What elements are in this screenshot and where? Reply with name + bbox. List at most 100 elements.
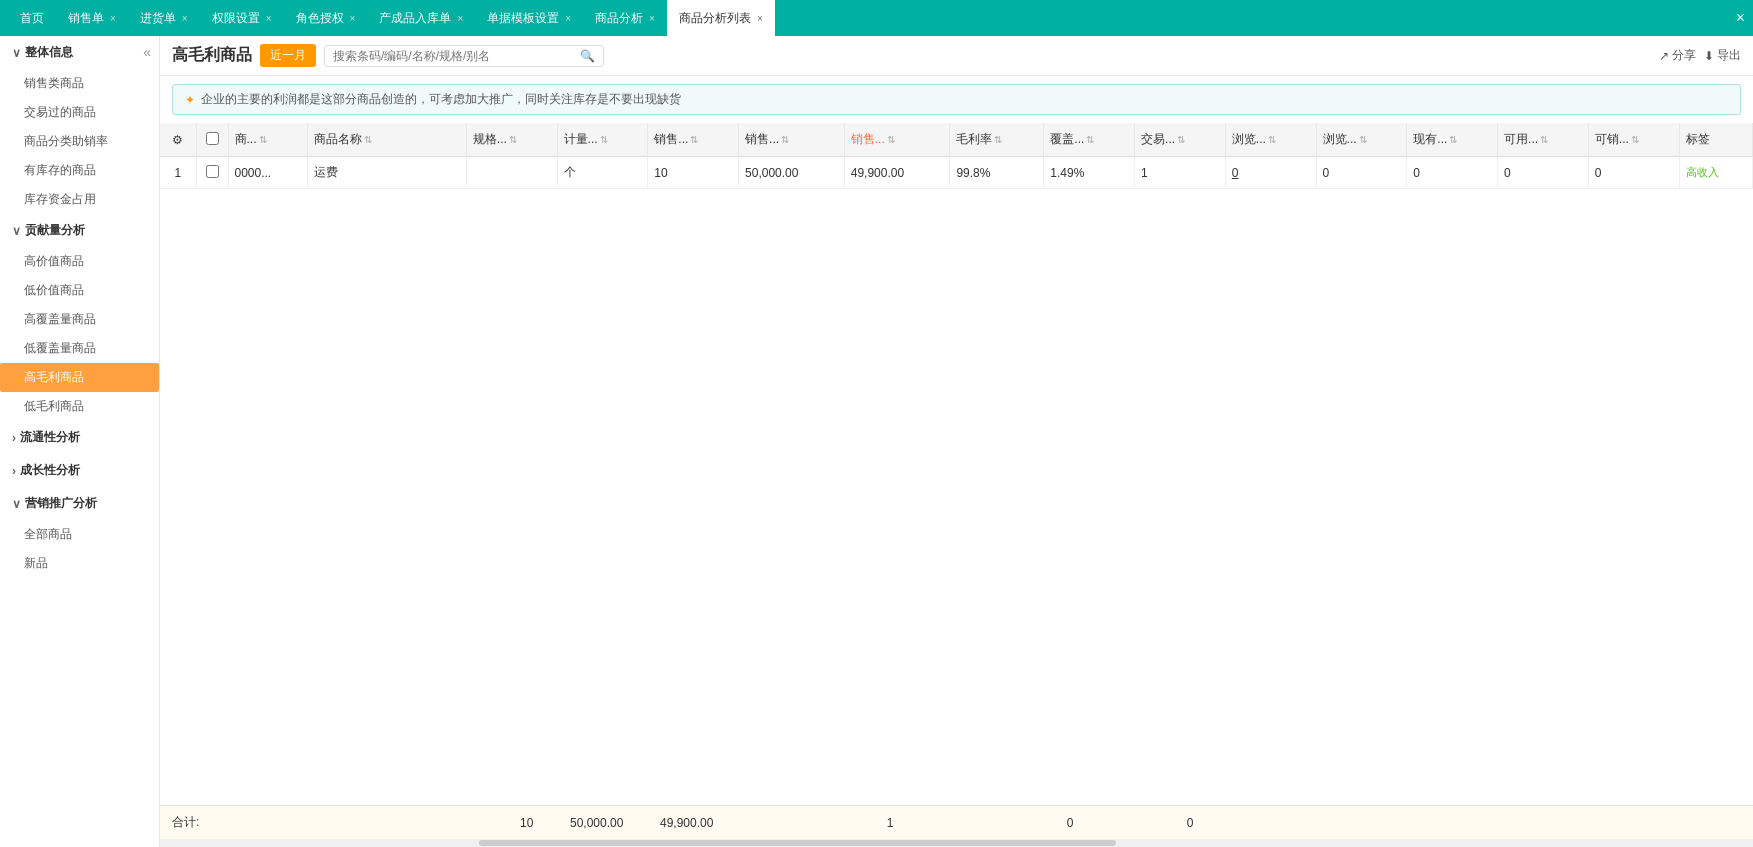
- nav-tab-sales[interactable]: 销售单 ×: [56, 0, 128, 36]
- cell-stock: 0: [1407, 157, 1498, 189]
- sidebar-group-liquidity[interactable]: › 流通性分析: [0, 421, 159, 454]
- col-sellable[interactable]: 可销...⇅: [1588, 123, 1679, 157]
- col-stock[interactable]: 现有...⇅: [1407, 123, 1498, 157]
- col-views2[interactable]: 浏览...⇅: [1316, 123, 1407, 157]
- col-sales3[interactable]: 销售...⇅: [844, 123, 950, 157]
- nav-tab-permission[interactable]: 权限设置 ×: [200, 0, 284, 36]
- footer-margin-spacer: [719, 816, 779, 830]
- sidebar-item-high-coverage[interactable]: 高覆盖量商品: [0, 305, 159, 334]
- table-footer: 合计: 10 50,000.00 49,900.00 1 0 0: [160, 805, 1753, 839]
- col-sales2[interactable]: 销售...⇅: [739, 123, 845, 157]
- col-coverage[interactable]: 覆盖...⇅: [1044, 123, 1135, 157]
- nav-tab-purchase[interactable]: 进货单 ×: [128, 0, 200, 36]
- row-checkbox[interactable]: [206, 165, 219, 178]
- sidebar-item-sales-goods[interactable]: 销售类商品: [0, 69, 159, 98]
- sidebar-collapse-button[interactable]: «: [143, 44, 151, 60]
- col-code[interactable]: 商...⇅: [228, 123, 307, 157]
- cell-sales2: 50,000.00: [739, 157, 845, 189]
- col-views1[interactable]: 浏览...⇅: [1225, 123, 1316, 157]
- sidebar-group-contribution[interactable]: ∨ 贡献量分析: [0, 214, 159, 247]
- cell-usable: 0: [1498, 157, 1589, 189]
- close-product-analysis-tab[interactable]: ×: [649, 13, 655, 24]
- sidebar-item-low-margin[interactable]: 低毛利商品: [0, 392, 159, 421]
- sidebar-item-category-assist-rate[interactable]: 商品分类助销率: [0, 127, 159, 156]
- sort-stock-icon[interactable]: ⇅: [1449, 134, 1457, 145]
- export-button[interactable]: ⬇ 导出: [1704, 47, 1741, 64]
- close-sales-tab[interactable]: ×: [110, 13, 116, 24]
- cell-views2: 0: [1316, 157, 1407, 189]
- filter-recent-month-button[interactable]: 近一月: [260, 44, 316, 67]
- sort-sales3-icon[interactable]: ⇅: [887, 134, 895, 145]
- col-usable[interactable]: 可用...⇅: [1498, 123, 1589, 157]
- sidebar-item-in-stock-goods[interactable]: 有库存的商品: [0, 156, 159, 185]
- info-icon: ✦: [185, 93, 195, 107]
- sidebar-item-high-margin[interactable]: 高毛利商品: [0, 363, 159, 392]
- cell-coverage: 1.49%: [1044, 157, 1135, 189]
- sort-unit-icon[interactable]: ⇅: [600, 134, 608, 145]
- sidebar-item-low-coverage[interactable]: 低覆盖量商品: [0, 334, 159, 363]
- nav-tab-product-warehouse[interactable]: 产成品入库单 ×: [367, 0, 475, 36]
- nav-tab-product-analysis-list[interactable]: 商品分析列表 ×: [667, 0, 775, 36]
- select-all-checkbox[interactable]: [206, 132, 219, 145]
- sort-name-icon[interactable]: ⇅: [364, 134, 372, 145]
- sort-sales2-icon[interactable]: ⇅: [781, 134, 789, 145]
- sidebar-item-all-goods[interactable]: 全部商品: [0, 520, 159, 549]
- bottom-scrollbar[interactable]: [160, 839, 1753, 847]
- col-tag: 标签: [1679, 123, 1752, 157]
- close-purchase-tab[interactable]: ×: [182, 13, 188, 24]
- content-area: 高毛利商品 近一月 🔍 ↗ 分享 ⬇ 导出 ✦ 企业的主要的利润都是这部分商品创…: [160, 36, 1753, 847]
- sidebar-item-high-value[interactable]: 高价值商品: [0, 247, 159, 276]
- footer-values: 10 50,000.00 49,900.00 1 0 0: [219, 816, 1199, 830]
- sort-spec-icon[interactable]: ⇅: [509, 134, 517, 145]
- sort-code-icon[interactable]: ⇅: [259, 134, 267, 145]
- col-checkbox: [196, 123, 228, 157]
- sort-transactions-icon[interactable]: ⇅: [1177, 134, 1185, 145]
- sidebar-item-stock-capital[interactable]: 库存资金占用: [0, 185, 159, 214]
- share-button[interactable]: ↗ 分享: [1659, 47, 1696, 64]
- nav-tab-product-analysis[interactable]: 商品分析 ×: [583, 0, 667, 36]
- sidebar-group-growth[interactable]: › 成长性分析: [0, 454, 159, 487]
- search-input[interactable]: [333, 49, 576, 63]
- col-unit[interactable]: 计量...⇅: [557, 123, 648, 157]
- col-margin[interactable]: 毛利率⇅: [950, 123, 1044, 157]
- marketing-arrow-icon: ∨: [12, 497, 21, 511]
- share-icon: ↗: [1659, 49, 1669, 63]
- sidebar-group-marketing[interactable]: ∨ 营销推广分析: [0, 487, 159, 520]
- footer-label: 合计:: [172, 814, 199, 831]
- nav-tab-home[interactable]: 首页: [8, 0, 56, 36]
- scrollbar-thumb[interactable]: [479, 840, 1116, 846]
- col-settings[interactable]: ⚙: [160, 123, 196, 157]
- views1-link[interactable]: 0: [1232, 166, 1239, 180]
- sidebar-item-low-value[interactable]: 低价值商品: [0, 276, 159, 305]
- sidebar-group-overall[interactable]: ∨ 整体信息: [0, 36, 159, 69]
- sort-views2-icon[interactable]: ⇅: [1359, 134, 1367, 145]
- nav-tab-template[interactable]: 单据模板设置 ×: [475, 0, 583, 36]
- cell-checkbox[interactable]: [196, 157, 228, 189]
- close-permission-tab[interactable]: ×: [266, 13, 272, 24]
- col-spec[interactable]: 规格...⇅: [466, 123, 557, 157]
- sidebar-item-traded-goods[interactable]: 交易过的商品: [0, 98, 159, 127]
- settings-icon[interactable]: ⚙: [172, 133, 183, 147]
- footer-stock: 0: [1019, 816, 1079, 830]
- close-template-tab[interactable]: ×: [565, 13, 571, 24]
- table-container[interactable]: ⚙ 商...⇅ 商品名称⇅ 规格...⇅: [160, 123, 1753, 805]
- sort-coverage-icon[interactable]: ⇅: [1086, 134, 1094, 145]
- nav-tab-role[interactable]: 角色授权 ×: [284, 0, 368, 36]
- sort-usable-icon[interactable]: ⇅: [1540, 134, 1548, 145]
- sort-views1-icon[interactable]: ⇅: [1268, 134, 1276, 145]
- close-product-analysis-list-tab[interactable]: ×: [757, 13, 763, 24]
- data-table: ⚙ 商...⇅ 商品名称⇅ 规格...⇅: [160, 123, 1753, 189]
- close-product-warehouse-tab[interactable]: ×: [457, 13, 463, 24]
- close-role-tab[interactable]: ×: [350, 13, 356, 24]
- search-icon[interactable]: 🔍: [580, 49, 595, 63]
- cell-views1[interactable]: 0: [1225, 157, 1316, 189]
- col-sales1[interactable]: 销售...⇅: [648, 123, 739, 157]
- sidebar-item-new-goods[interactable]: 新品: [0, 549, 159, 578]
- col-transactions[interactable]: 交易...⇅: [1135, 123, 1226, 157]
- sort-margin-icon[interactable]: ⇅: [994, 134, 1002, 145]
- sort-sellable-icon[interactable]: ⇅: [1631, 134, 1639, 145]
- close-all-button[interactable]: ×: [1736, 9, 1745, 27]
- table-header-row: ⚙ 商...⇅ 商品名称⇅ 规格...⇅: [160, 123, 1753, 157]
- sort-sales1-icon[interactable]: ⇅: [690, 134, 698, 145]
- col-name[interactable]: 商品名称⇅: [307, 123, 466, 157]
